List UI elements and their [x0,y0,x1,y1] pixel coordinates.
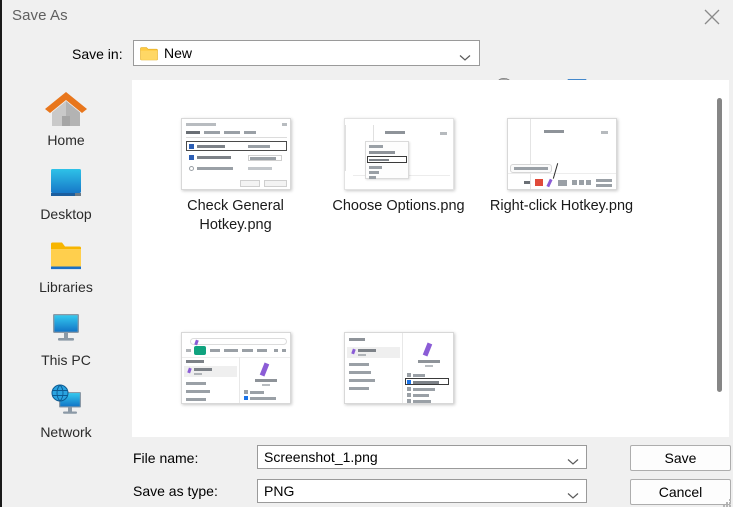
file-name-label: Choose Options.png [317,197,480,216]
window-title: Save As [12,7,68,24]
chevron-down-icon[interactable] [567,487,579,505]
bottom-form: File name: Screenshot_1.png Save as type… [2,437,733,507]
file-list[interactable]: Check General Hotkey.png Choose Options.… [132,80,729,437]
save-in-row: Save in: New [2,32,733,80]
sidebar-item-label: This PC [2,352,130,368]
sidebar-item-label: Home [2,132,130,148]
file-name-input[interactable]: Screenshot_1.png [257,445,587,469]
list-item[interactable]: Choose Options.png [317,118,480,216]
sidebar-item-network[interactable]: Network [2,380,130,440]
save-in-value: New [164,45,192,61]
libraries-folder-icon [42,235,90,277]
this-pc-monitor-icon [42,308,90,350]
chevron-down-icon[interactable] [567,453,579,471]
cancel-button[interactable]: Cancel [630,479,731,505]
list-item[interactable]: Right-click Hotkey.png [480,118,643,216]
sidebar-item-this-pc[interactable]: This PC [2,308,130,368]
close-icon[interactable] [689,0,733,32]
sidebar-item-desktop[interactable]: Desktop [2,162,130,222]
scrollbar-thumb[interactable] [717,98,722,392]
save-as-dialog: Save As Save in: New [0,0,733,507]
title-bar: Save As [2,0,733,32]
list-item[interactable] [154,332,317,411]
places-sidebar: Home Desktop [2,80,130,437]
chevron-down-icon [459,49,471,67]
file-thumbnail [181,332,291,404]
sidebar-item-label: Libraries [2,279,130,295]
network-globe-icon [42,380,90,422]
resize-grip[interactable] [722,495,732,505]
file-name-value: Screenshot_1.png [264,449,378,465]
save-in-label: Save in: [72,46,123,62]
home-icon [42,88,90,130]
list-item[interactable]: Check General Hotkey.png [154,118,317,235]
save-as-type-value: PNG [264,483,294,499]
file-thumbnail [344,118,454,190]
sidebar-item-libraries[interactable]: Libraries [2,235,130,295]
save-in-combobox[interactable]: New [133,40,480,66]
desktop-icon [42,162,90,204]
file-thumbnail [344,332,454,404]
save-as-type-select[interactable]: PNG [257,479,587,503]
save-button[interactable]: Save [630,445,731,471]
list-item[interactable] [317,332,480,411]
file-thumbnail [507,118,617,190]
folder-icon [140,46,158,61]
sidebar-item-home[interactable]: Home [2,88,130,148]
save-as-type-label-static: Save as type: [133,483,218,499]
file-name-label: Right-click Hotkey.png [480,197,643,216]
file-name-label-static: File name: [133,450,198,466]
file-list-scrollbar[interactable] [712,80,729,437]
sidebar-item-label: Desktop [2,206,130,222]
file-name-label: Check General Hotkey.png [154,197,317,235]
file-thumbnail [181,118,291,190]
